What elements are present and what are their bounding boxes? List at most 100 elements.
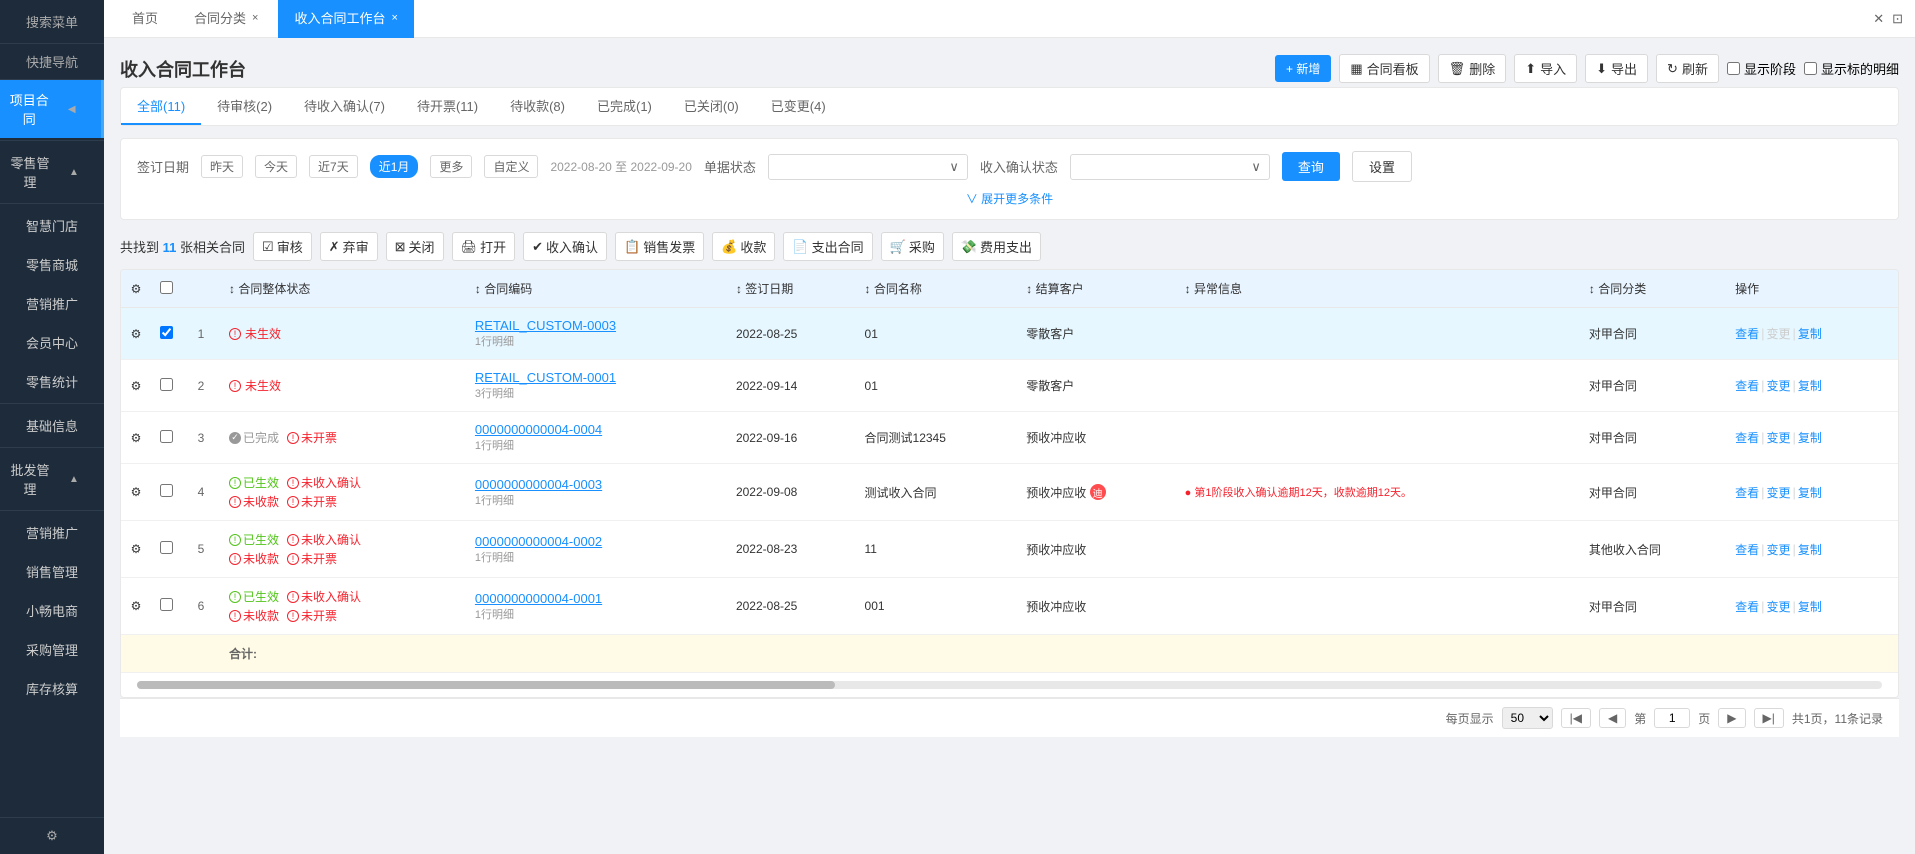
- date-yesterday[interactable]: 昨天: [201, 155, 243, 178]
- select-all-checkbox[interactable]: [160, 281, 173, 294]
- row-checkbox-1[interactable]: [151, 308, 181, 360]
- op-查看-button-6[interactable]: 查看: [1735, 600, 1759, 614]
- op-变更-button-3[interactable]: 变更: [1767, 431, 1791, 445]
- sidebar-settings[interactable]: ⚙: [0, 817, 104, 854]
- op-变更-button-6[interactable]: 变更: [1767, 600, 1791, 614]
- page-first-button[interactable]: |◀: [1561, 708, 1591, 728]
- tab-收入合同工作台[interactable]: 收入合同工作台×: [278, 0, 413, 38]
- purchase-button[interactable]: 🛒 采购: [881, 232, 944, 261]
- show-fields-checkbox-label[interactable]: 显示阶段: [1727, 59, 1796, 78]
- confirm-status-select[interactable]: ∨: [1070, 154, 1270, 180]
- close-window-icon[interactable]: ✕: [1873, 11, 1884, 27]
- import-button[interactable]: ⬆ 导入: [1514, 54, 1577, 83]
- row-settings-2[interactable]: ⚙: [121, 360, 151, 412]
- op-复制-button-5[interactable]: 复制: [1798, 543, 1822, 557]
- sidebar-search[interactable]: 搜索菜单: [0, 0, 104, 44]
- search-button[interactable]: 查询: [1282, 152, 1340, 181]
- date-more[interactable]: 更多: [430, 155, 472, 178]
- op-复制-button-2[interactable]: 复制: [1798, 379, 1822, 393]
- page-next-button[interactable]: ▶: [1718, 708, 1745, 728]
- page-size-select[interactable]: 50 10 20 100: [1502, 707, 1553, 729]
- refresh-button[interactable]: ↻ 刷新: [1656, 54, 1719, 83]
- sidebar-item-base_info[interactable]: 基础信息: [0, 406, 104, 445]
- add-button[interactable]: + 新增: [1275, 55, 1331, 82]
- abandon-button[interactable]: ✗ 弃审: [320, 232, 378, 261]
- row-code-link-1[interactable]: RETAIL_CUSTOM-0003: [475, 318, 616, 333]
- status-tab-待收款[interactable]: 待收款(8): [494, 88, 581, 125]
- delete-button[interactable]: 🗑 删除: [1438, 54, 1507, 83]
- row-checkbox-2[interactable]: [151, 360, 181, 412]
- sidebar-nav[interactable]: 快捷导航: [0, 44, 104, 80]
- maximize-window-icon[interactable]: ⊡: [1892, 11, 1903, 27]
- row-checkbox-6[interactable]: [151, 578, 181, 635]
- print-button[interactable]: 🖨 打开: [452, 232, 516, 261]
- sidebar-item-purchase[interactable]: 采购管理: [0, 630, 104, 669]
- table-checkbox-all[interactable]: [151, 270, 181, 308]
- table-scrollbar[interactable]: [121, 673, 1898, 697]
- row-checkbox-4[interactable]: [151, 464, 181, 521]
- export-button[interactable]: ⬇ 导出: [1585, 54, 1648, 83]
- show-fields-checkbox[interactable]: [1727, 62, 1740, 75]
- op-变更-button-5[interactable]: 变更: [1767, 543, 1791, 557]
- status-tab-已变更[interactable]: 已变更(4): [755, 88, 842, 125]
- row-select-6[interactable]: [160, 598, 173, 611]
- row-settings-6[interactable]: ⚙: [121, 578, 151, 635]
- kanban-button[interactable]: ▦ 合同看板: [1339, 54, 1429, 83]
- row-settings-4[interactable]: ⚙: [121, 464, 151, 521]
- show-detail-checkbox-label[interactable]: 显示标的明细: [1804, 59, 1899, 78]
- sidebar-item-xiaochangec[interactable]: 小畅电商: [0, 591, 104, 630]
- tab-close-icon[interactable]: ×: [252, 12, 258, 24]
- date-7days[interactable]: 近7天: [309, 155, 358, 178]
- op-查看-button-1[interactable]: 查看: [1735, 327, 1759, 341]
- op-变更-button-4[interactable]: 变更: [1767, 486, 1791, 500]
- tab-合同分类[interactable]: 合同分类×: [178, 0, 274, 38]
- row-settings-5[interactable]: ⚙: [121, 521, 151, 578]
- row-code-link-6[interactable]: 0000000000004-0001: [475, 591, 602, 606]
- status-tab-待收入确认[interactable]: 待收入确认(7): [288, 88, 401, 125]
- expand-filter-button[interactable]: ∨ 展开更多条件: [966, 190, 1053, 207]
- close-contract-button[interactable]: ⊠ 关闭: [386, 232, 444, 261]
- filter-setting-button[interactable]: 设置: [1352, 151, 1412, 182]
- sidebar-item-retail_mall[interactable]: 零售商城: [0, 245, 104, 284]
- sidebar-item-smart_store[interactable]: 智慧门店: [0, 206, 104, 245]
- tab-close-icon[interactable]: ×: [391, 12, 397, 24]
- row-settings-1[interactable]: ⚙: [121, 308, 151, 360]
- tab-首页[interactable]: 首页: [116, 0, 174, 38]
- op-复制-button-1[interactable]: 复制: [1798, 327, 1822, 341]
- op-复制-button-3[interactable]: 复制: [1798, 431, 1822, 445]
- expense-button[interactable]: 💸 费用支出: [952, 232, 1041, 261]
- page-prev-button[interactable]: ◀: [1599, 708, 1626, 728]
- row-settings-3[interactable]: ⚙: [121, 412, 151, 464]
- op-查看-button-2[interactable]: 查看: [1735, 379, 1759, 393]
- row-select-1[interactable]: [160, 326, 173, 339]
- sidebar-item-retail_mgmt[interactable]: 零售管理▲: [0, 143, 104, 201]
- row-code-link-2[interactable]: RETAIL_CUSTOM-0001: [475, 370, 616, 385]
- page-last-button[interactable]: ▶|: [1754, 708, 1784, 728]
- op-变更-button-2[interactable]: 变更: [1767, 379, 1791, 393]
- out-contract-button[interactable]: 📄 支出合同: [783, 232, 872, 261]
- row-select-5[interactable]: [160, 541, 173, 554]
- doc-status-select[interactable]: ∨: [768, 154, 968, 180]
- sidebar-item-sales_mgmt[interactable]: 销售管理: [0, 552, 104, 591]
- op-查看-button-3[interactable]: 查看: [1735, 431, 1759, 445]
- status-tab-已完成[interactable]: 已完成(1): [581, 88, 668, 125]
- sidebar-item-member[interactable]: 会员中心: [0, 323, 104, 362]
- row-checkbox-3[interactable]: [151, 412, 181, 464]
- op-查看-button-5[interactable]: 查看: [1735, 543, 1759, 557]
- date-custom[interactable]: 自定义: [484, 155, 538, 178]
- date-1month[interactable]: 近1月: [370, 155, 419, 178]
- row-select-4[interactable]: [160, 484, 173, 497]
- page-number-input[interactable]: [1654, 708, 1690, 728]
- payment-button[interactable]: 💰 收款: [712, 232, 775, 261]
- row-code-link-5[interactable]: 0000000000004-0002: [475, 534, 602, 549]
- row-select-2[interactable]: [160, 378, 173, 391]
- sidebar-item-wholesale[interactable]: 批发管理▲: [0, 450, 104, 508]
- op-查看-button-4[interactable]: 查看: [1735, 486, 1759, 500]
- show-detail-checkbox[interactable]: [1804, 62, 1817, 75]
- row-checkbox-5[interactable]: [151, 521, 181, 578]
- sidebar-item-retail_stats[interactable]: 零售统计: [0, 362, 104, 401]
- row-code-link-3[interactable]: 0000000000004-0004: [475, 422, 602, 437]
- sidebar-item-marketing2[interactable]: 营销推广: [0, 513, 104, 552]
- invoice-button[interactable]: 📋 销售发票: [615, 232, 704, 261]
- status-tab-全部[interactable]: 全部(11): [121, 88, 201, 125]
